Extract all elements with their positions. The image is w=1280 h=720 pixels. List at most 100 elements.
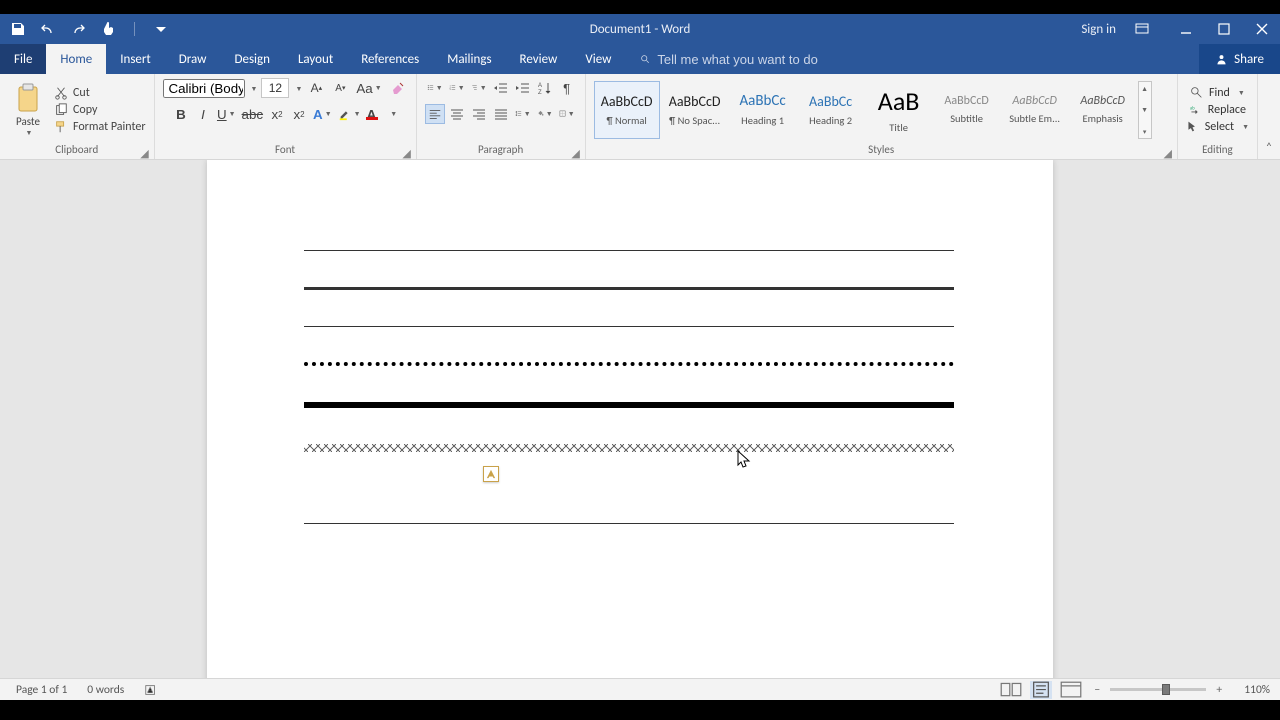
- align-right-button[interactable]: [469, 104, 489, 124]
- dialog-launcher-icon[interactable]: ◢: [140, 147, 150, 157]
- save-icon[interactable]: [10, 21, 26, 37]
- style-label: ¶ Normal: [606, 114, 646, 127]
- window-controls: [1178, 21, 1270, 37]
- style-label: Heading 2: [809, 114, 852, 127]
- tab-home[interactable]: Home: [46, 44, 106, 74]
- undo-icon[interactable]: [40, 21, 56, 37]
- style-emphasis[interactable]: AaBbCcDEmphasis: [1070, 81, 1136, 139]
- dialog-launcher-icon[interactable]: ◢: [571, 147, 581, 157]
- web-layout-icon[interactable]: [1060, 681, 1082, 699]
- underline-button[interactable]: U▼: [215, 104, 238, 124]
- collapse-ribbon-icon[interactable]: ˄: [1258, 74, 1280, 159]
- cut-button[interactable]: Cut: [54, 86, 146, 100]
- italic-button[interactable]: I: [193, 104, 213, 124]
- font-name-combo[interactable]: [163, 79, 245, 98]
- format-painter-label: Format Painter: [73, 120, 146, 134]
- justify-button[interactable]: [491, 104, 511, 124]
- zoom-track[interactable]: [1110, 688, 1206, 691]
- replace-button[interactable]: ab Replace: [1189, 103, 1246, 117]
- zoom-thumb[interactable]: [1162, 684, 1170, 695]
- font-size-combo[interactable]: [261, 78, 289, 98]
- style-subtle-em-[interactable]: AaBbCcDSubtle Em...: [1002, 81, 1068, 139]
- print-layout-icon[interactable]: [1030, 681, 1052, 699]
- sort-button[interactable]: AZ: [535, 78, 555, 98]
- title-bar: Document1 - Word Sign in: [0, 14, 1280, 44]
- show-marks-button[interactable]: ¶: [557, 78, 577, 98]
- find-button[interactable]: Find▼: [1190, 86, 1245, 100]
- change-case-button[interactable]: Aa▼: [354, 78, 383, 98]
- select-button[interactable]: Select▼: [1186, 120, 1249, 134]
- zoom-slider[interactable]: − +: [1090, 683, 1226, 697]
- horizontal-line-thin: [304, 326, 954, 327]
- chevron-down-icon[interactable]: ▼: [295, 84, 302, 93]
- sign-in-link[interactable]: Sign in: [1081, 22, 1116, 37]
- text-effects-button[interactable]: A▼: [311, 104, 334, 124]
- style-preview: AaBbCcD: [1012, 94, 1056, 108]
- align-left-button[interactable]: [425, 104, 445, 124]
- font-color-button[interactable]: A▼: [365, 104, 400, 124]
- chevron-down-icon[interactable]: ▼: [251, 84, 258, 93]
- line-spacing-button[interactable]: ▼: [513, 104, 533, 124]
- horizontal-line-thick: [304, 287, 954, 290]
- shrink-font-button[interactable]: A▾: [330, 78, 350, 98]
- style-heading-2[interactable]: AaBbCcHeading 2: [798, 81, 864, 139]
- bold-button[interactable]: B: [171, 104, 191, 124]
- copy-button[interactable]: Copy: [54, 103, 146, 117]
- tell-me-search[interactable]: [625, 44, 877, 74]
- zoom-out-icon[interactable]: −: [1090, 683, 1104, 697]
- style-preview: AaBbCcD: [1080, 94, 1124, 108]
- status-words[interactable]: 0 words: [77, 683, 134, 697]
- zoom-in-icon[interactable]: +: [1212, 683, 1226, 697]
- zoom-level[interactable]: 110%: [1234, 683, 1274, 697]
- tab-file[interactable]: File: [0, 44, 46, 74]
- close-icon[interactable]: [1254, 21, 1270, 37]
- borders-button[interactable]: ▼: [557, 104, 577, 124]
- strikethrough-button[interactable]: abc: [240, 104, 266, 124]
- grow-font-button[interactable]: A▴: [306, 78, 326, 98]
- tell-me-input[interactable]: [657, 52, 877, 67]
- style-heading-1[interactable]: AaBbCcHeading 1: [730, 81, 796, 139]
- redo-icon[interactable]: [70, 21, 86, 37]
- tab-layout[interactable]: Layout: [284, 44, 347, 74]
- minimize-icon[interactable]: [1178, 21, 1194, 37]
- tab-design[interactable]: Design: [220, 44, 283, 74]
- tab-mailings[interactable]: Mailings: [433, 44, 505, 74]
- spellcheck-icon[interactable]: [134, 683, 168, 697]
- bullets-button[interactable]: ▼: [425, 78, 445, 98]
- customize-qat-icon[interactable]: [153, 21, 169, 37]
- style-subtitle[interactable]: AaBbCcDSubtitle: [934, 81, 1000, 139]
- shading-button[interactable]: ▼: [535, 104, 555, 124]
- clear-formatting-button[interactable]: [388, 78, 408, 98]
- dialog-launcher-icon[interactable]: ◢: [402, 147, 412, 157]
- tab-draw[interactable]: Draw: [165, 44, 221, 74]
- tab-references[interactable]: References: [347, 44, 433, 74]
- touch-mode-icon[interactable]: [100, 21, 116, 37]
- dialog-launcher-icon[interactable]: ◢: [1163, 147, 1173, 157]
- read-mode-icon[interactable]: [1000, 681, 1022, 699]
- status-page[interactable]: Page 1 of 1: [6, 683, 77, 697]
- increase-indent-button[interactable]: [513, 78, 533, 98]
- share-button[interactable]: Share: [1199, 44, 1280, 74]
- ribbon-display-options-icon[interactable]: [1134, 21, 1150, 37]
- paste-button[interactable]: Paste ▼: [8, 78, 48, 142]
- tab-review[interactable]: Review: [506, 44, 572, 74]
- styles-more-icon[interactable]: ▲▼▾: [1138, 81, 1152, 139]
- tab-view[interactable]: View: [571, 44, 625, 74]
- style--no-spac-[interactable]: AaBbCcD¶ No Spac...: [662, 81, 728, 139]
- subscript-button[interactable]: x2: [267, 104, 287, 124]
- tab-insert[interactable]: Insert: [106, 44, 165, 74]
- cut-label: Cut: [73, 86, 90, 100]
- numbering-button[interactable]: 123▼: [447, 78, 467, 98]
- multilevel-list-button[interactable]: ▼: [469, 78, 489, 98]
- highlight-button[interactable]: ▼: [336, 104, 363, 124]
- format-painter-button[interactable]: Format Painter: [54, 120, 146, 134]
- horizontal-line-wavy: [304, 444, 954, 452]
- align-center-button[interactable]: [447, 104, 467, 124]
- style-title[interactable]: AaBTitle: [866, 81, 932, 139]
- superscript-button[interactable]: x2: [289, 104, 309, 124]
- document-page[interactable]: [207, 160, 1053, 700]
- autocorrect-options-icon[interactable]: [483, 466, 499, 482]
- maximize-icon[interactable]: [1216, 21, 1232, 37]
- decrease-indent-button[interactable]: [491, 78, 511, 98]
- style--normal[interactable]: AaBbCcD¶ Normal: [594, 81, 660, 139]
